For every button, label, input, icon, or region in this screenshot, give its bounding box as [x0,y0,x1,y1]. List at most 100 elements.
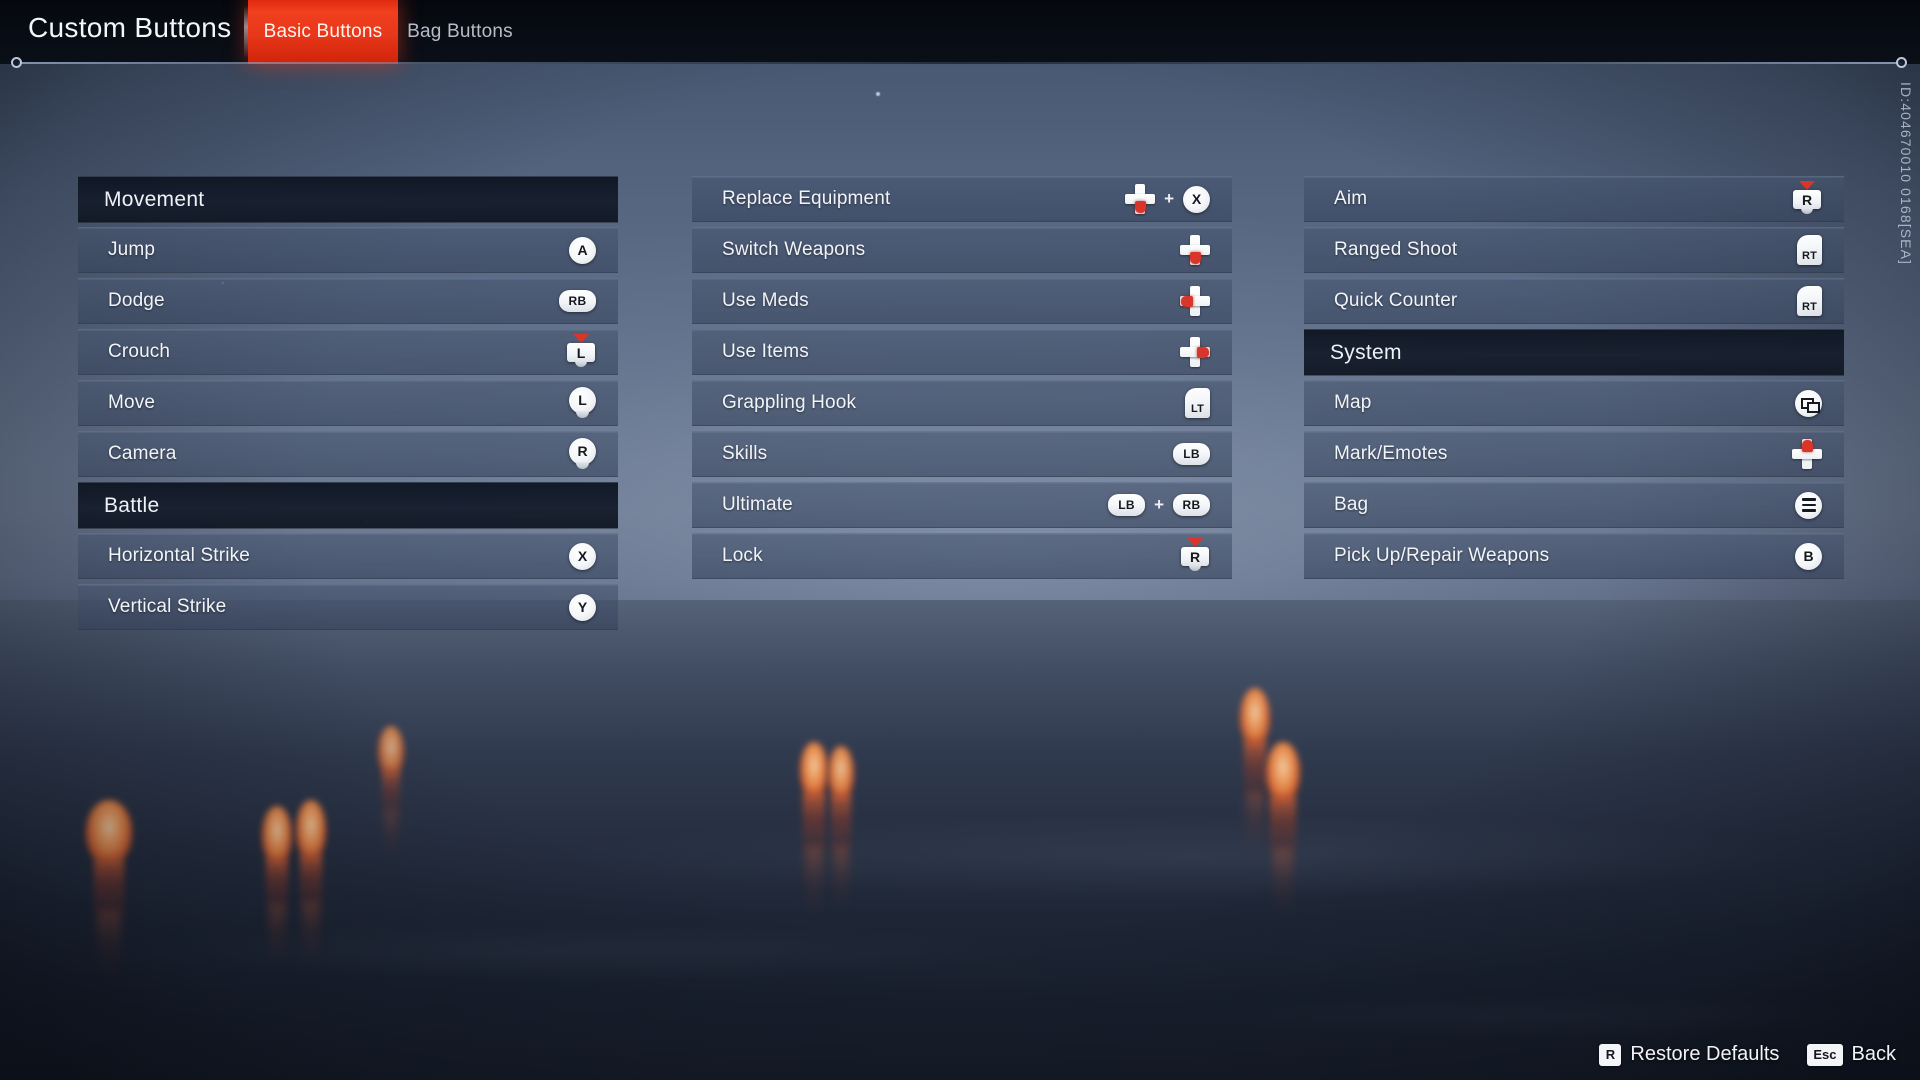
binding-key-group[interactable] [1792,439,1822,469]
binding-action-label: Horizontal Strike [108,545,250,566]
binding-key-group[interactable]: R [1792,181,1822,217]
dpad-direction-nub [1197,346,1209,358]
menu-bar [1801,509,1816,512]
binding-row[interactable]: Mark/Emotes [1304,431,1844,477]
footer-hint-label: Restore Defaults [1630,1043,1780,1065]
binding-key-group[interactable]: RB [559,290,596,312]
binding-action-label: Use Items [722,341,809,362]
menu-bar [1801,498,1816,501]
binding-action-label: Grappling Hook [722,392,857,413]
footer-hint[interactable]: R Restore Defaults [1599,1043,1779,1066]
stick-cap: R [569,437,596,465]
tab-basic-buttons[interactable]: Basic Buttons [244,0,398,64]
binding-row[interactable]: Map [1304,380,1844,426]
binding-row[interactable]: Camera R [78,431,618,477]
binding-row[interactable]: Move L [78,380,618,426]
binding-action-label: Skills [722,443,768,464]
bindings-columns: Movement Jump A Dodge RB Crouch L Move L Camera R B… [0,0,1920,1080]
press-arrow-icon [1187,538,1203,547]
button-a-icon: A [569,236,596,264]
footer-hint[interactable]: Esc Back [1807,1043,1896,1066]
binding-key-group[interactable]: + X [1125,184,1210,214]
binding-key-group[interactable]: LB + RB [1108,494,1210,516]
binding-row[interactable]: Use Items [692,329,1232,375]
binding-key-group[interactable]: RT [1797,286,1822,316]
binding-row[interactable]: Quick Counter RT [1304,278,1844,324]
binding-action-label: Camera [108,443,177,464]
binding-key-group[interactable] [1180,235,1210,265]
binding-action-label: Ultimate [722,494,793,515]
binding-key-group[interactable]: X [569,542,596,570]
button-b-icon: B [1795,542,1822,570]
press-arrow-icon [573,334,589,343]
binding-action-label: Crouch [108,341,171,362]
dpad-direction-nub [1801,440,1813,452]
button-x-icon: X [569,542,596,570]
section-header-label: Battle [104,493,160,517]
binding-key-group[interactable]: Y [569,593,596,621]
view-button-icon [1795,389,1822,417]
dpad-down-icon [1125,184,1156,214]
dpad-left-icon [1180,286,1210,316]
binding-row[interactable]: Jump A [78,227,618,273]
binding-row[interactable]: Bag [1304,482,1844,528]
binding-key-group[interactable]: B [1795,542,1822,570]
binding-action-label: Ranged Shoot [1334,239,1458,260]
binding-row[interactable]: Replace Equipment + X [692,176,1232,222]
section-header-label: Movement [104,187,205,211]
binding-row[interactable]: Grappling Hook LT [692,380,1232,426]
binding-action-label: Vertical Strike [108,596,227,617]
footer-hints: R Restore Defaults Esc Back [1599,1043,1896,1066]
stick-cap: L [567,343,595,362]
binding-key-group[interactable]: L [566,334,596,370]
stick-cap: R [1181,547,1209,566]
stick-l-icon: L [569,386,596,420]
tab-bag-buttons[interactable]: Bag Buttons [400,0,520,64]
binding-action-label: Replace Equipment [722,188,891,209]
binding-row[interactable]: Crouch L [78,329,618,375]
binding-action-label: Switch Weapons [722,239,866,260]
bumper-lb-icon: LB [1173,443,1210,465]
trigger-lt-icon: LT [1185,388,1210,418]
binding-key-group[interactable]: RT [1797,235,1822,265]
trigger-rt-icon: RT [1797,286,1822,316]
binding-key-group[interactable]: LB [1173,443,1210,465]
stick-press-l-icon: L [566,334,596,370]
footer-hint-label: Back [1851,1043,1896,1065]
stick-cap: L [569,386,596,414]
binding-key-group[interactable]: LT [1185,388,1210,418]
binding-action-label: Bag [1334,494,1369,515]
binding-row[interactable]: Ranged Shoot RT [1304,227,1844,273]
header-divider [18,62,1902,64]
binding-row[interactable]: Pick Up/Repair Weapons B [1304,533,1844,579]
binding-row[interactable]: Aim R [1304,176,1844,222]
stick-cap: R [1793,190,1821,209]
binding-key-group[interactable] [1180,286,1210,316]
binding-key-group[interactable] [1180,337,1210,367]
binding-action-label: Jump [108,239,156,260]
binding-row[interactable]: Horizontal Strike X [78,533,618,579]
binding-row[interactable]: Vertical Strike Y [78,584,618,630]
menu-button-icon [1795,491,1822,519]
binding-key-group[interactable] [1795,491,1822,519]
divider-dot-left [11,57,22,68]
stick-press-r-icon: R [1792,181,1822,217]
button-x-icon: X [1183,185,1210,213]
menu-bar [1801,503,1816,507]
binding-key-group[interactable]: R [569,437,596,471]
binding-key-group[interactable] [1795,389,1822,417]
stick-r-icon: R [569,437,596,471]
binding-row[interactable]: Lock R [692,533,1232,579]
binding-row[interactable]: Ultimate LB + RB [692,482,1232,528]
dpad-up-icon [1792,439,1822,469]
binding-action-label: Dodge [108,290,165,311]
binding-row[interactable]: Skills LB [692,431,1232,477]
binding-key-group[interactable]: L [569,386,596,420]
binding-row[interactable]: Switch Weapons [692,227,1232,273]
binding-row[interactable]: Use Meds [692,278,1232,324]
stick-base [1189,565,1201,571]
divider-dot-right [1896,57,1907,68]
binding-key-group[interactable]: R [1180,538,1210,574]
binding-row[interactable]: Dodge RB [78,278,618,324]
binding-key-group[interactable]: A [569,236,596,264]
